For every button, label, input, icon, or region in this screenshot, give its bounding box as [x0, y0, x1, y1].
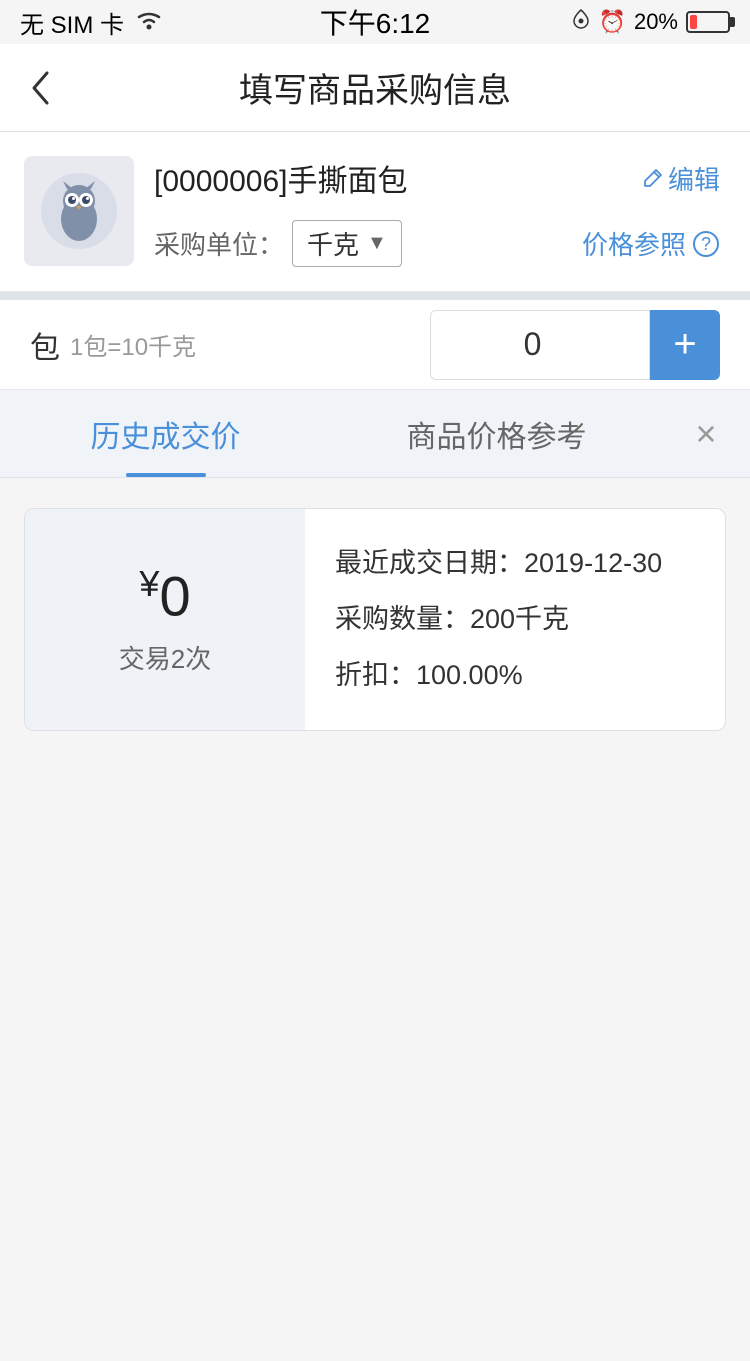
qty-unit-label: 包 — [30, 323, 60, 367]
unit-row-left: 采购单位： 千克 ▼ — [154, 220, 402, 267]
status-right: ⏰ 20% — [571, 8, 730, 36]
product-image — [24, 156, 134, 266]
qty-conversion-label: 1包=10千克 — [70, 327, 430, 362]
history-price-value: ¥0 — [139, 563, 190, 629]
history-card: ¥0 交易2次 最近成交日期：2019-12-30 采购数量：200千克 折扣：… — [24, 508, 726, 731]
unit-value: 千克 — [307, 225, 359, 262]
discount-row: 折扣：100.00% — [335, 657, 695, 695]
nav-bar: 填写商品采购信息 — [0, 44, 750, 132]
unit-selector[interactable]: 千克 ▼ — [292, 220, 402, 267]
product-owl-icon — [39, 171, 119, 251]
battery-icon — [686, 11, 730, 33]
qty-plus-button[interactable]: + — [650, 310, 720, 380]
alarm-icon: ⏰ — [599, 9, 626, 35]
tabs-close-button[interactable]: × — [662, 390, 750, 477]
tab-history-price[interactable]: 历史成交价 — [0, 390, 331, 477]
page-title: 填写商品采购信息 — [239, 63, 511, 112]
status-time: 下午6:12 — [320, 2, 431, 42]
history-section: ¥0 交易2次 最近成交日期：2019-12-30 采购数量：200千克 折扣：… — [0, 478, 750, 761]
unit-label: 采购单位： — [154, 225, 284, 262]
section-divider — [0, 292, 750, 300]
history-price-panel: ¥0 交易2次 — [25, 509, 305, 730]
svg-text:?: ? — [701, 234, 711, 254]
history-details-panel: 最近成交日期：2019-12-30 采购数量：200千克 折扣：100.00% — [305, 509, 725, 730]
quantity-input[interactable] — [430, 310, 650, 380]
purchase-qty-row: 采购数量：200千克 — [335, 601, 695, 639]
tabs-bar: 历史成交价 商品价格参考 × — [0, 390, 750, 478]
location-icon — [571, 8, 591, 36]
product-card: [0000006]手撕面包 编辑 采购单位： 千克 ▼ 价格参照 — [0, 132, 750, 292]
tab-active-indicator — [126, 473, 206, 477]
quantity-row: 包 1包=10千克 + — [0, 300, 750, 390]
product-name: [0000006]手撕面包 — [154, 156, 407, 200]
currency-symbol: ¥ — [139, 563, 159, 604]
tab-price-reference[interactable]: 商品价格参考 — [331, 390, 662, 477]
price-reference-button[interactable]: 价格参照 ? — [582, 225, 720, 262]
history-trades-count: 交易2次 — [119, 639, 211, 676]
status-left: 无 SIM 卡 — [20, 5, 164, 40]
bottom-area — [0, 761, 750, 1361]
recent-date-row: 最近成交日期：2019-12-30 — [335, 545, 695, 583]
battery-percent: 20% — [634, 9, 678, 35]
qty-input-area: + — [430, 310, 720, 380]
status-bar: 无 SIM 卡 下午6:12 ⏰ 20% — [0, 0, 750, 44]
product-info: [0000006]手撕面包 编辑 采购单位： 千克 ▼ 价格参照 — [154, 156, 720, 267]
dropdown-arrow-icon: ▼ — [367, 232, 387, 255]
wifi-icon — [134, 8, 164, 37]
back-button[interactable] — [0, 44, 80, 132]
carrier-label: 无 SIM 卡 — [20, 5, 124, 40]
edit-button[interactable]: 编辑 — [642, 160, 720, 197]
